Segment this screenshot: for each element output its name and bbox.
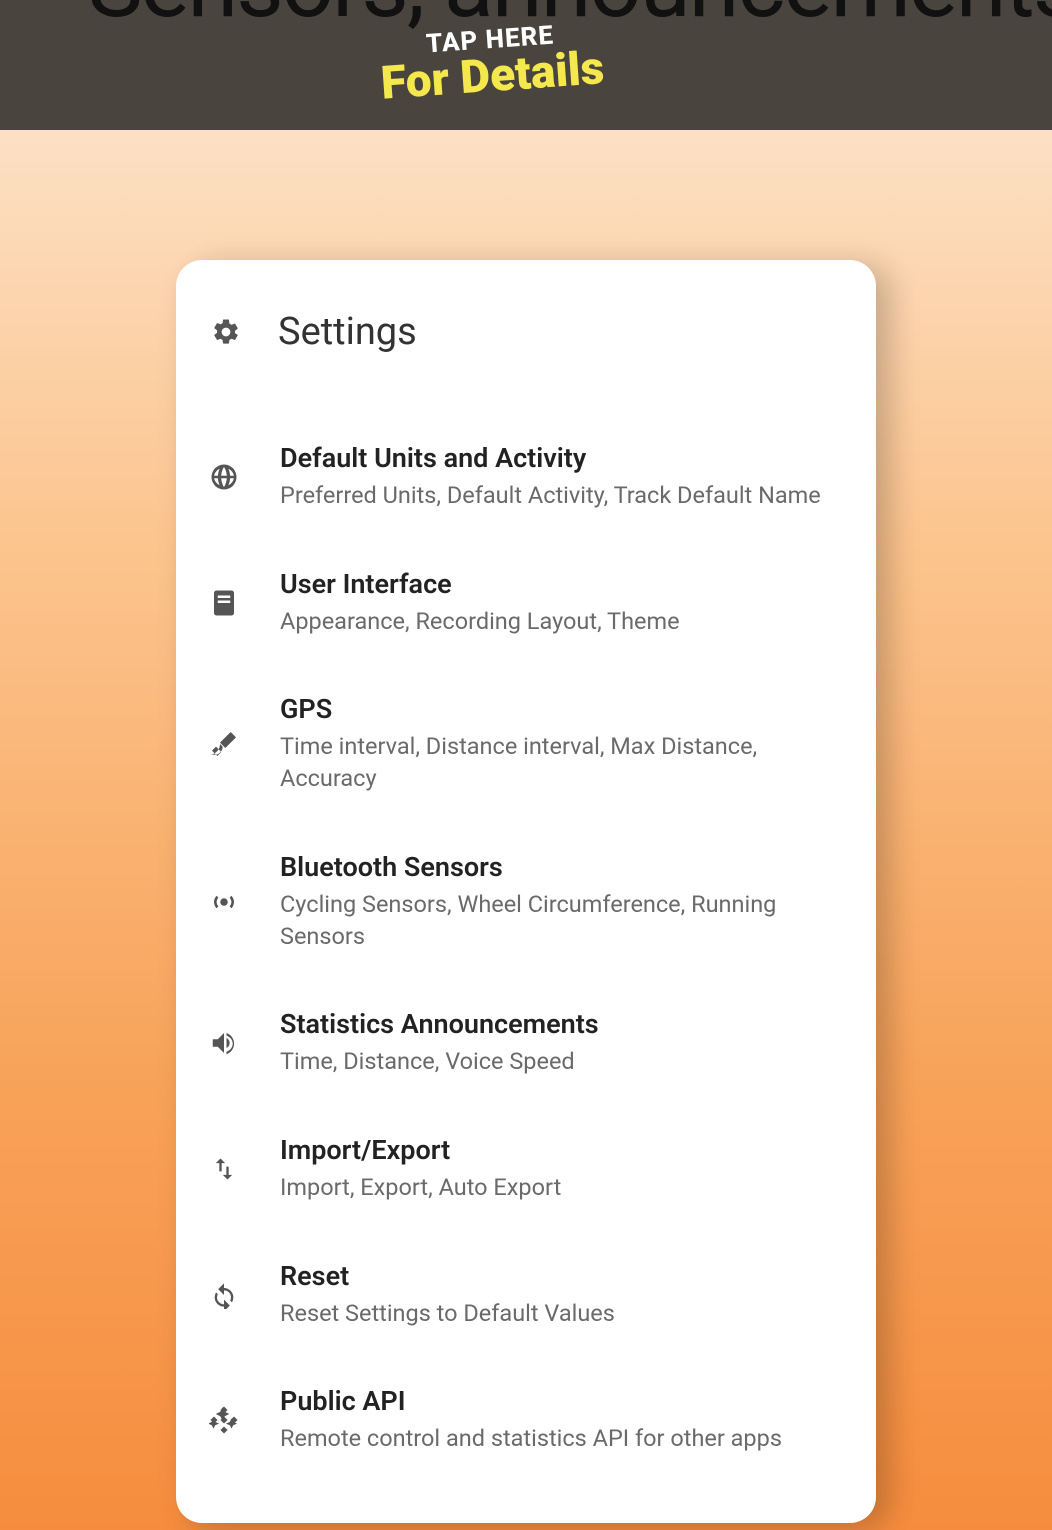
- settings-item-user-interface[interactable]: User Interface Appearance, Recording Lay…: [206, 540, 846, 666]
- item-subtitle: Import, Export, Auto Export: [280, 1172, 846, 1204]
- settings-item-import-export[interactable]: Import/Export Import, Export, Auto Expor…: [206, 1106, 846, 1232]
- settings-item-gps[interactable]: GPS Time interval, Distance interval, Ma…: [206, 665, 846, 822]
- api-icon: [206, 1405, 242, 1435]
- layout-icon: [206, 588, 242, 618]
- item-title: User Interface: [280, 568, 846, 600]
- refresh-icon: [206, 1281, 242, 1309]
- item-title: Default Units and Activity: [280, 442, 846, 474]
- volume-icon: [206, 1028, 242, 1058]
- settings-item-public-api[interactable]: Public API Remote control and statistics…: [206, 1357, 846, 1483]
- item-title: GPS: [280, 693, 846, 725]
- settings-item-reset[interactable]: Reset Reset Settings to Default Values: [206, 1232, 846, 1358]
- item-title: Statistics Announcements: [280, 1008, 846, 1040]
- settings-card: Settings Default Units and Activity Pref…: [176, 260, 876, 1523]
- import-export-icon: [206, 1155, 242, 1183]
- item-subtitle: Time interval, Distance interval, Max Di…: [280, 731, 846, 794]
- settings-item-bluetooth[interactable]: Bluetooth Sensors Cycling Sensors, Wheel…: [206, 823, 846, 980]
- item-title: Reset: [280, 1260, 846, 1292]
- item-subtitle: Cycling Sensors, Wheel Circumference, Ru…: [280, 889, 846, 952]
- item-title: Bluetooth Sensors: [280, 851, 846, 883]
- sensor-icon: [206, 887, 242, 917]
- settings-title: Settings: [278, 310, 417, 354]
- settings-item-default-units[interactable]: Default Units and Activity Preferred Uni…: [206, 414, 846, 540]
- gear-icon: [208, 317, 244, 347]
- item-title: Import/Export: [280, 1134, 846, 1166]
- settings-item-announcements[interactable]: Statistics Announcements Time, Distance,…: [206, 980, 846, 1106]
- top-banner[interactable]: Sensors, announcements and more TAP HERE…: [0, 0, 1052, 130]
- satellite-icon: [206, 728, 242, 760]
- item-subtitle: Reset Settings to Default Values: [280, 1298, 846, 1330]
- tap-here-overlay[interactable]: TAP HERE For Details: [378, 17, 606, 110]
- item-subtitle: Remote control and statistics API for ot…: [280, 1423, 846, 1455]
- item-subtitle: Time, Distance, Voice Speed: [280, 1046, 846, 1078]
- item-title: Public API: [280, 1385, 846, 1417]
- item-subtitle: Appearance, Recording Layout, Theme: [280, 606, 846, 638]
- item-subtitle: Preferred Units, Default Activity, Track…: [280, 480, 846, 512]
- globe-icon: [206, 462, 242, 492]
- settings-header: Settings: [206, 310, 846, 354]
